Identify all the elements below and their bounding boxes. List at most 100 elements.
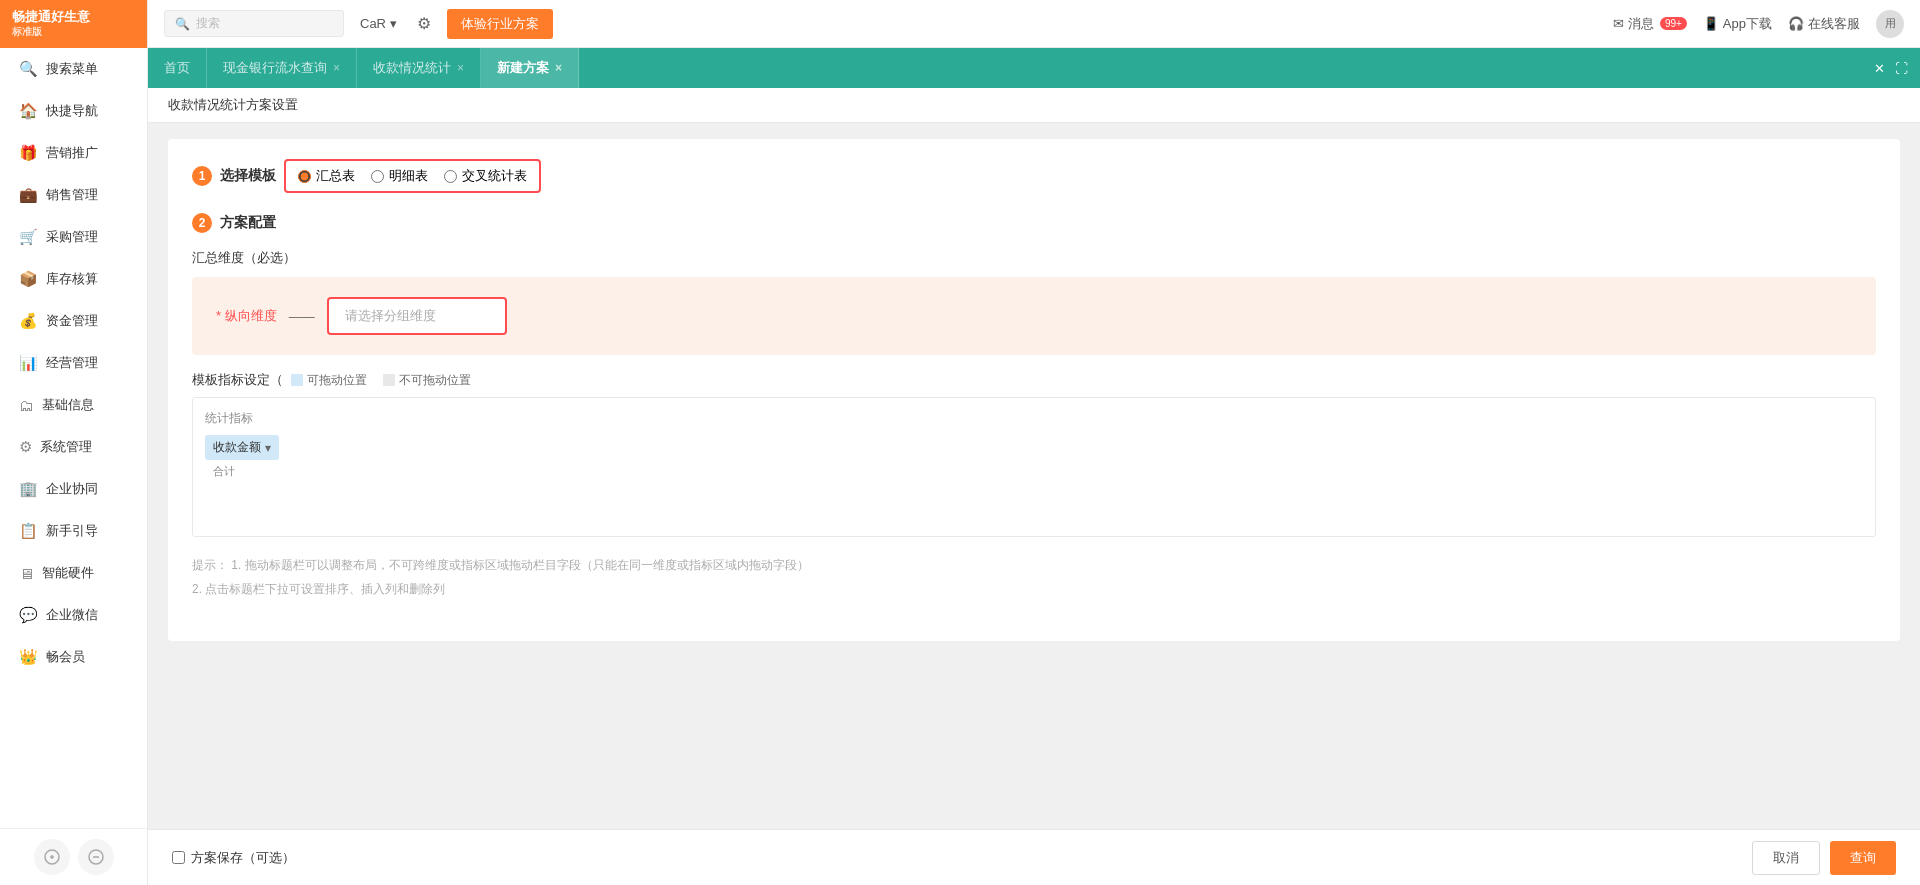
template-radio-cross[interactable]: 交叉统计表 <box>444 167 527 185</box>
header-right: ✉ 消息 99+ 📱 App下载 🎧 在线客服 用 <box>1613 10 1904 38</box>
sidebar-bottom <box>0 828 147 885</box>
legend-movable-label: 可拖动位置 <box>307 372 367 389</box>
legend-fixed-label: 不可拖动位置 <box>399 372 471 389</box>
search-placeholder: 搜索 <box>196 15 220 32</box>
sidebar-item-search[interactable]: 🔍 搜索菜单 <box>0 48 147 90</box>
content-area: 收款情况统计方案设置 1 选择模板 汇总表 <box>148 88 1920 885</box>
step2-num: 2 <box>192 213 212 233</box>
page-body: 1 选择模板 汇总表 明细表 <box>148 123 1920 829</box>
radio-label-cross: 交叉统计表 <box>462 167 527 185</box>
money-icon: 💰 <box>19 312 38 330</box>
metrics-legend: 可拖动位置 不可拖动位置 <box>291 372 471 389</box>
sidebar-item-enterprise[interactable]: 🏢 企业协同 <box>0 468 147 510</box>
avatar-text: 用 <box>1885 16 1896 31</box>
tab-close-icon[interactable]: × <box>333 61 340 75</box>
box-icon: 📦 <box>19 270 38 288</box>
search-icon: 🔍 <box>19 60 38 78</box>
sidebar-item-hardware[interactable]: 🖥 智能硬件 <box>0 552 147 594</box>
config-card: 1 选择模板 汇总表 明细表 <box>168 139 1900 641</box>
search-icon: 🔍 <box>175 17 190 31</box>
metric-tag-collection-amount[interactable]: 收款金额 ▾ <box>205 435 279 460</box>
sidebar-item-system[interactable]: ⚙ 系统管理 <box>0 426 147 468</box>
sidebar-item-member[interactable]: 👑 畅会员 <box>0 636 147 678</box>
sidebar-label: 库存核算 <box>46 270 98 288</box>
dimension-section-title: 汇总维度（必选） <box>192 249 1876 267</box>
save-checkbox-label[interactable]: 方案保存（可选） <box>172 849 295 867</box>
dropdown-label: CaR <box>360 16 386 31</box>
sidebar-item-wechat[interactable]: 💬 企业微信 <box>0 594 147 636</box>
app-download-button[interactable]: 📱 App下载 <box>1703 15 1772 33</box>
cancel-button[interactable]: 取消 <box>1752 841 1820 875</box>
template-radio-summary[interactable]: 汇总表 <box>298 167 355 185</box>
window-maximize-icon[interactable]: ⛶ <box>1895 61 1908 76</box>
user-avatar[interactable]: 用 <box>1876 10 1904 38</box>
dimension-row: * 纵向维度 —— 请选择分组维度 <box>216 297 1852 335</box>
template-radio-detail[interactable]: 明细表 <box>371 167 428 185</box>
tab-close-icon[interactable]: × <box>457 61 464 75</box>
step2-title: 方案配置 <box>220 214 276 232</box>
tab-bank[interactable]: 现金银行流水查询 × <box>207 48 357 88</box>
tab-home[interactable]: 首页 <box>148 48 207 88</box>
customer-support-button[interactable]: 🎧 在线客服 <box>1788 15 1860 33</box>
sidebar-item-purchase[interactable]: 🛒 采购管理 <box>0 216 147 258</box>
sidebar-label: 企业协同 <box>46 480 98 498</box>
tab-close-icon[interactable]: × <box>555 61 562 75</box>
step1-header: 1 选择模板 汇总表 明细表 <box>192 159 1876 193</box>
metric-label: 收款金额 <box>213 439 261 456</box>
sidebar-item-inventory[interactable]: 📦 库存核算 <box>0 258 147 300</box>
support-label: 在线客服 <box>1808 15 1860 33</box>
sidebar-item-finance[interactable]: 💰 资金管理 <box>0 300 147 342</box>
tab-collection[interactable]: 收款情况统计 × <box>357 48 481 88</box>
main-area: 🔍 搜索 CaR ▾ ⚙ 体验行业方案 ✉ 消息 99+ 📱 App下载 🎧 在… <box>148 0 1920 885</box>
sidebar-item-operation[interactable]: 📊 经营管理 <box>0 342 147 384</box>
legend-fixed: 不可拖动位置 <box>383 372 471 389</box>
tab-actions: ✕ ⛶ <box>1862 48 1920 88</box>
dimension-arrow: —— <box>289 309 315 324</box>
fixed-dot <box>383 374 395 386</box>
monitor-icon: 🖥 <box>19 565 34 582</box>
page-title: 收款情况统计方案设置 <box>148 88 1920 123</box>
window-close-icon[interactable]: ✕ <box>1874 61 1885 76</box>
download-label: App下载 <box>1723 15 1772 33</box>
sidebar-item-sales[interactable]: 💼 销售管理 <box>0 174 147 216</box>
radio-label-summary: 汇总表 <box>316 167 355 185</box>
cart-icon: 🛒 <box>19 228 38 246</box>
sidebar-collapse-icon[interactable] <box>78 839 114 875</box>
sidebar-label: 新手引导 <box>46 522 98 540</box>
sidebar-item-marketing[interactable]: 🎁 营销推广 <box>0 132 147 174</box>
gear-icon: ⚙ <box>19 438 32 456</box>
dimension-select[interactable]: 请选择分组维度 <box>327 297 507 335</box>
sidebar-item-quicknav[interactable]: 🏠 快捷导航 <box>0 90 147 132</box>
step1-title: 选择模板 <box>220 167 276 185</box>
sidebar-label: 基础信息 <box>42 396 94 414</box>
tab-new-plan[interactable]: 新建方案 × <box>481 48 579 88</box>
tips-section: 提示： 1. 拖动标题栏可以调整布局，不可跨维度或指标区域拖动栏目字段（只能在同… <box>192 553 1876 601</box>
sidebar-item-guide[interactable]: 📋 新手引导 <box>0 510 147 552</box>
tab-label: 收款情况统计 <box>373 59 451 77</box>
sidebar-item-basicinfo[interactable]: 🗂 基础信息 <box>0 384 147 426</box>
dimension-placeholder: 请选择分组维度 <box>345 308 436 323</box>
save-label: 方案保存（可选） <box>191 849 295 867</box>
sidebar-label: 销售管理 <box>46 186 98 204</box>
tab-bar: 首页 现金银行流水查询 × 收款情况统计 × 新建方案 × ✕ ⛶ <box>148 48 1920 88</box>
movable-dot <box>291 374 303 386</box>
header-dropdown[interactable]: CaR ▾ <box>360 16 397 31</box>
sidebar-expand-icon[interactable] <box>34 839 70 875</box>
notification-button[interactable]: ✉ 消息 99+ <box>1613 15 1687 33</box>
industry-plan-button[interactable]: 体验行业方案 <box>447 9 553 39</box>
save-checkbox[interactable] <box>172 851 185 864</box>
header-search-box[interactable]: 🔍 搜索 <box>164 10 344 37</box>
folder-icon: 🗂 <box>19 397 34 414</box>
sidebar-logo: 畅捷通好生意 标准版 <box>0 0 147 48</box>
sidebar: 畅捷通好生意 标准版 🔍 搜索菜单 🏠 快捷导航 🎁 营销推广 💼 销售管理 🛒… <box>0 0 148 885</box>
step2-header: 2 方案配置 <box>192 213 1876 233</box>
settings-icon[interactable]: ⚙ <box>417 14 431 33</box>
query-button[interactable]: 查询 <box>1830 841 1896 875</box>
logo-badge: 标准版 <box>12 25 90 39</box>
sidebar-label: 畅会员 <box>46 648 85 666</box>
logo-text: 畅捷通好生意 <box>12 9 90 25</box>
row-dimension-label: * 纵向维度 <box>216 307 277 325</box>
metrics-header: 模板指标设定（ 可拖动位置 不可拖动位置 <box>192 371 1876 389</box>
sidebar-label: 搜索菜单 <box>46 60 98 78</box>
sidebar-label: 采购管理 <box>46 228 98 246</box>
